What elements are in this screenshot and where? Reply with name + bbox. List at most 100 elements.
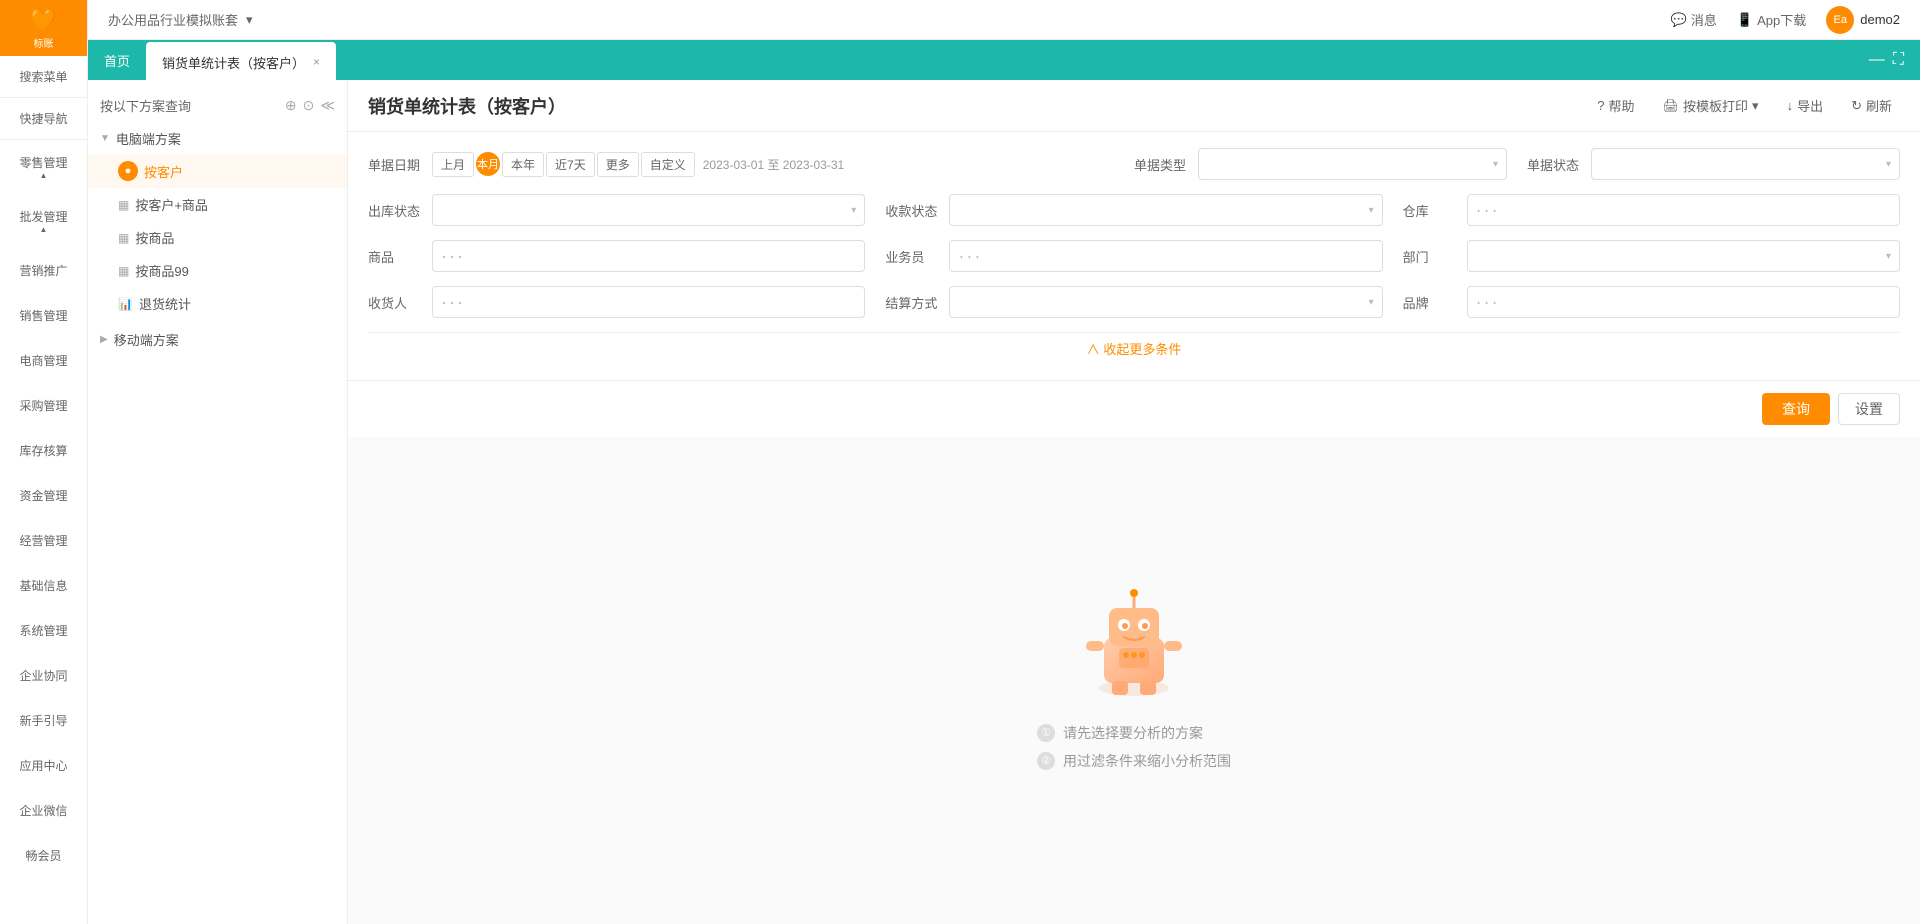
print-button[interactable]: 🖨 按模板打印 ▾ [1655,92,1767,119]
scheme-icon: ▦ [118,231,129,245]
recipient-input[interactable]: ··· [432,286,865,318]
date-buttons: 上月 本月 本年 近7天 更多 自定义 [432,152,695,177]
sidebar-item-sales[interactable]: 销售管理 [0,293,87,338]
print-dropdown-icon: ▾ [1752,98,1759,114]
brand-input[interactable]: ··· [1467,286,1900,318]
sidebar-item-label: 库存核算 [0,442,87,459]
order-status-input[interactable]: ▾ [1591,148,1900,180]
download-icon: 📱 [1737,12,1753,28]
sidebar-item-label: 采购管理 [0,397,87,414]
tab-sales-stats[interactable]: 销货单统计表（按客户） × [146,42,336,82]
scheme-item-by-customer[interactable]: ● 按客户 [88,154,347,188]
settlement-input[interactable]: ▾ [949,286,1382,318]
sidebar-item-enterprise[interactable]: 企业协同 [0,653,87,698]
collapse-filters-button[interactable]: ∧ 收起更多条件 [368,332,1900,364]
more-date-button[interactable]: 更多 [597,152,639,177]
message-button[interactable]: 💬 消息 [1671,10,1717,29]
sidebar-item-appstore[interactable]: 应用中心 [0,743,87,788]
query-button[interactable]: 查询 [1762,393,1830,425]
goods-input[interactable]: ··· [432,240,865,272]
logo-text: 标账 [34,35,54,50]
header-dropdown-icon: ▾ [246,12,253,28]
sidebar-item-newbie[interactable]: 新手引导 [0,698,87,743]
out-status-input[interactable]: ▾ [432,194,865,226]
header-title[interactable]: 办公用品行业模拟账套 ▾ [108,10,253,29]
department-input[interactable]: ▾ [1467,240,1900,272]
tab-close-button[interactable]: × [313,55,320,69]
sidebar-item-wechat[interactable]: 企业微信 [0,788,87,833]
main-area: 办公用品行业模拟账套 ▾ 💬 消息 📱 App下载 Ea demo2 首页 [88,0,1920,924]
quick-nav-item[interactable]: 快捷导航 [0,98,87,140]
sidebar-item-member[interactable]: 畅会员 [0,833,87,878]
collapse-label: 收起更多条件 [1103,342,1181,357]
brand-label: 品牌 [1403,293,1459,312]
order-type-input[interactable]: ▾ [1198,148,1507,180]
order-status-filter-item: 单据状态 ▾ [1527,148,1900,180]
tab-expand-button[interactable]: ⛶ [1893,51,1904,69]
expand-arrow-icon: ▼ [100,133,110,144]
date-range-text: 2023-03-01 至 2023-03-31 [703,156,844,173]
scheme-item-refund-stats[interactable]: 📊 退货统计 [88,287,347,320]
scheme-item-by-goods99[interactable]: ▦ 按商品99 [88,254,347,287]
current-year-button[interactable]: 本年 [502,152,544,177]
avatar-text: Ea [1834,14,1847,26]
goods-placeholder: ··· [441,246,465,267]
dropdown-icon: ▾ [1493,159,1498,170]
payment-status-input[interactable]: ▾ [949,194,1382,226]
sidebar-item-wholesale[interactable]: 批发管理 ▲ [0,194,87,248]
sidebar-item-ecommerce[interactable]: 电商管理 [0,338,87,383]
scheme-item-by-goods[interactable]: ▦ 按商品 [88,221,347,254]
message-label: 消息 [1691,10,1717,29]
salesperson-placeholder: ··· [958,246,982,267]
sidebar-item-basic[interactable]: 基础信息 [0,563,87,608]
sidebar-item-finance[interactable]: 资金管理 [0,473,87,518]
settings-button[interactable]: 设置 [1838,393,1900,425]
refresh-button[interactable]: ↻ 刷新 [1843,92,1900,119]
custom-date-button[interactable]: 自定义 [641,152,695,177]
sidebar-item-purchase[interactable]: 采购管理 [0,383,87,428]
help-button[interactable]: ? 帮助 [1589,92,1642,119]
warehouse-label: 仓库 [1403,201,1459,220]
department-label: 部门 [1403,247,1459,266]
sidebar-item-retail[interactable]: 零售管理 ▲ [0,140,87,194]
user-profile[interactable]: Ea demo2 [1826,6,1900,34]
app-download-button[interactable]: 📱 App下载 [1737,10,1806,29]
goods-label: 商品 [368,247,424,266]
empty-tips: ① 请先选择要分析的方案 ② 用过滤条件来缩小分析范围 [1037,723,1231,779]
tab-home[interactable]: 首页 [88,40,146,80]
filter-row-1: 单据日期 上月 本月 本年 近7天 更多 自定义 2023-03-01 至 20… [368,148,1900,180]
salesperson-input[interactable]: ··· [949,240,1382,272]
robot-illustration [1074,583,1194,703]
sidebar-item-inventory[interactable]: 库存核算 [0,428,87,473]
scheme-item-label: 按商品 [135,228,174,247]
search-menu-item[interactable]: 搜索菜单 [0,56,87,98]
date-filter-item: 单据日期 上月 本月 本年 近7天 更多 自定义 2023-03-01 至 20… [368,152,1114,177]
settings-scheme-button[interactable]: ⊙ [303,97,315,114]
sidebar-item-marketing[interactable]: 营销推广 [0,248,87,293]
dropdown-icon: ▾ [1886,251,1891,262]
export-button[interactable]: ↓ 导出 [1779,92,1832,119]
page-header-actions: ? 帮助 🖨 按模板打印 ▾ ↓ 导出 ↻ 刷新 [1589,92,1900,119]
current-month-button[interactable]: 本月 [476,152,500,176]
filter-row-2: 出库状态 ▾ 收款状态 ▾ 仓库 [368,194,1900,226]
scheme-group-pc-header[interactable]: ▼ 电脑端方案 [88,123,347,154]
user-name: demo2 [1860,12,1900,27]
last-month-button[interactable]: 上月 [432,152,474,177]
sidebar: 🧡 标账 搜索菜单 快捷导航 零售管理 ▲ 批发管理 ▲ 营销推广 销售管理 电… [0,0,88,924]
scheme-group-mobile-header[interactable]: ▶ 移动端方案 [88,324,347,355]
collapse-up-icon: ∧ [1087,342,1100,357]
scheme-group-pc: ▼ 电脑端方案 ● 按客户 ▦ 按客户+商品 ▦ 按商品 ▦ 按商品99 [88,121,347,322]
add-scheme-button[interactable]: ⊕ [285,97,297,114]
scheme-item-by-customer-goods[interactable]: ▦ 按客户+商品 [88,188,347,221]
last7-button[interactable]: 近7天 [546,152,595,177]
export-label: 导出 [1797,96,1823,115]
tab-minimize-button[interactable]: — [1869,51,1885,69]
logo-icon: 🧡 [30,7,57,33]
tab-expand-area: — ⛶ [1869,51,1920,69]
filter-row-4: 收货人 ··· 结算方式 ▾ 品牌 [368,286,1900,318]
warehouse-input[interactable]: ··· [1467,194,1900,226]
collapse-panel-button[interactable]: ≪ [320,97,335,114]
sidebar-item-label: 企业协同 [0,667,87,684]
sidebar-item-system[interactable]: 系统管理 [0,608,87,653]
sidebar-item-operation[interactable]: 经营管理 [0,518,87,563]
